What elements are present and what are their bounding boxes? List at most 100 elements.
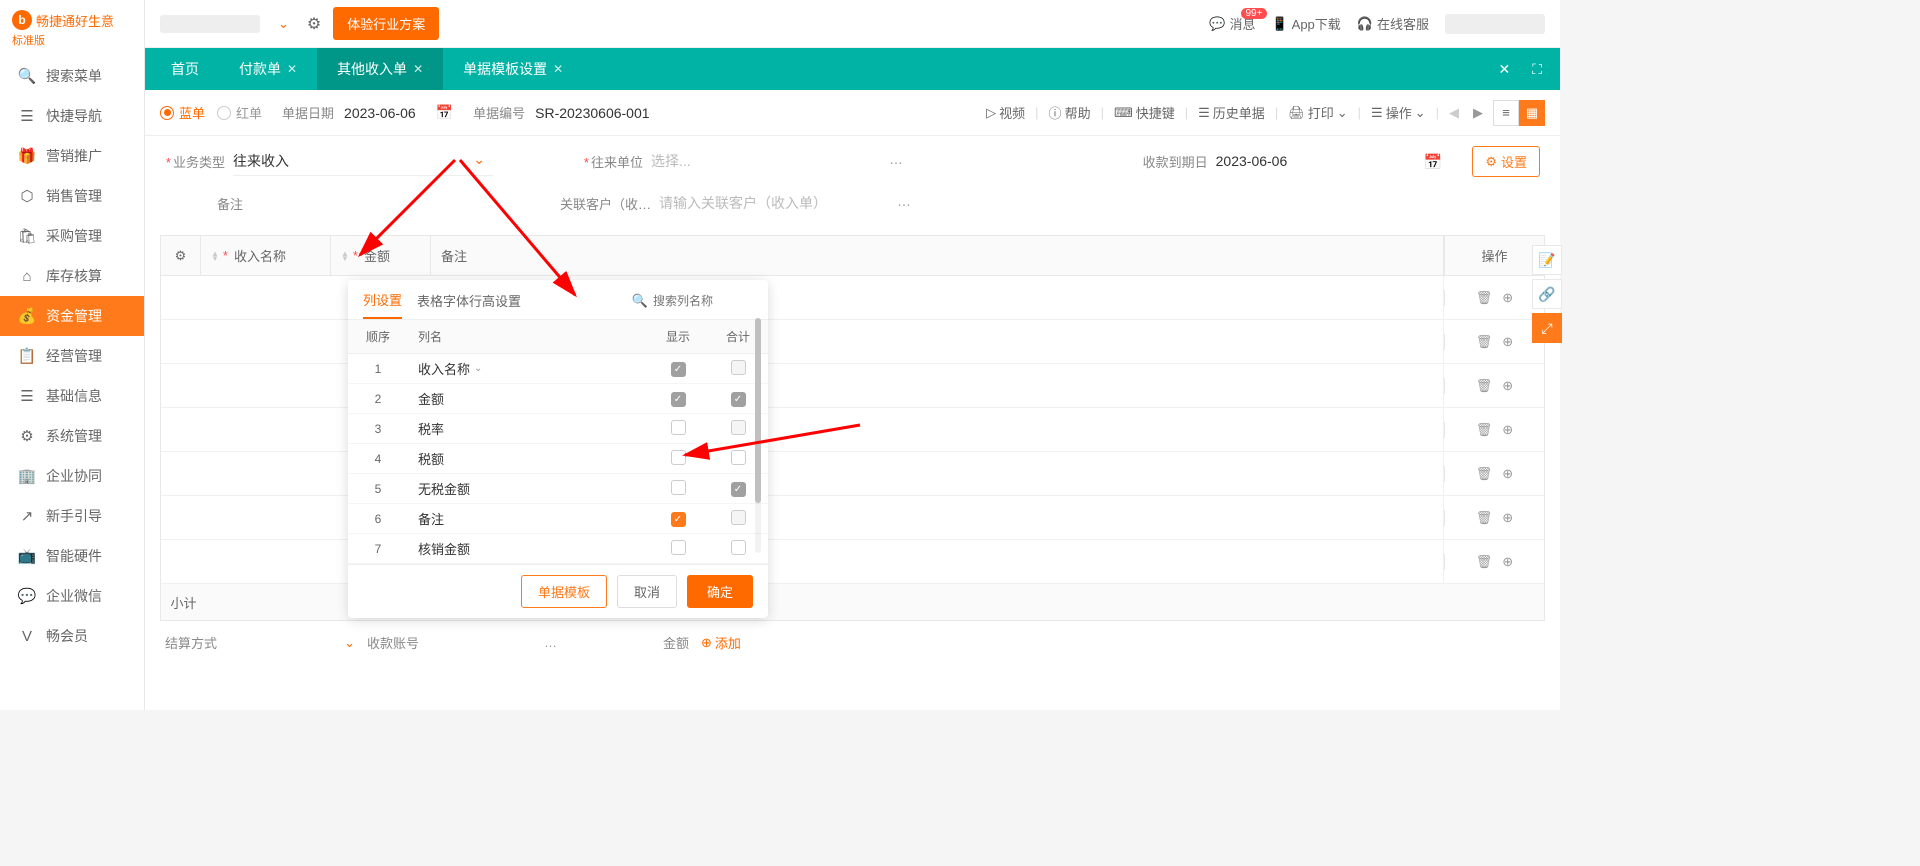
sidebar-item-14[interactable]: V畅会员 [0, 616, 144, 656]
show-checkbox[interactable]: ✓ [671, 362, 686, 377]
popup-search[interactable]: 🔍 [632, 293, 753, 317]
show-checkbox[interactable] [671, 480, 686, 495]
float-expand-icon[interactable]: ⤢ [1532, 313, 1562, 343]
template-button[interactable]: 单据模板 [521, 575, 607, 608]
related-input[interactable]: 请输入关联客户（收入单） [659, 189, 919, 218]
history-link[interactable]: ☰ 历史单据 [1194, 103, 1269, 122]
tab-close-icon[interactable]: ✕ [287, 62, 297, 76]
calendar-icon[interactable]: 📅 [1424, 153, 1443, 171]
popup-search-input[interactable] [653, 294, 753, 308]
add-settle-button[interactable]: ⊕ 添加 [701, 633, 741, 652]
show-checkbox[interactable]: ✓ [671, 512, 686, 527]
view-list-icon[interactable]: ≡ [1493, 100, 1519, 126]
sidebar-item-icon: 🏢 [18, 467, 36, 485]
operate-link[interactable]: ☰ 操作 ⌄ [1367, 103, 1430, 122]
ok-button[interactable]: 确定 [687, 575, 753, 608]
help-link[interactable]: ⓘ 帮助 [1045, 103, 1095, 122]
remark-input[interactable] [251, 199, 511, 208]
sidebar-item-11[interactable]: ↗新手引导 [0, 496, 144, 536]
sidebar-item-2[interactable]: 🎁营销推广 [0, 136, 144, 176]
delete-icon[interactable]: 🗑 [1476, 334, 1493, 350]
tab-close-icon[interactable]: ✕ [553, 62, 563, 76]
sum-checkbox[interactable]: ✓ [731, 482, 746, 497]
popup-tab-font[interactable]: 表格字体行高设置 [417, 291, 521, 318]
delete-icon[interactable]: 🗑 [1476, 466, 1493, 482]
settle-account[interactable]: 收款账号 … [367, 633, 557, 652]
col-amount-header[interactable]: ▲▼*金额 [331, 236, 431, 275]
sidebar-item-icon: ↗ [18, 507, 36, 525]
float-link-icon[interactable]: 🔗 [1532, 279, 1562, 309]
partner-select[interactable]: 选择... [651, 147, 911, 176]
due-date-input[interactable]: 2023-06-06 [1216, 149, 1416, 174]
copy-icon[interactable]: ⊕ [1502, 378, 1513, 394]
app-download-link[interactable]: 📱 App下载 [1271, 14, 1340, 33]
chevron-down-icon[interactable]: ⌄ [474, 363, 482, 374]
settle-amount[interactable]: 金额 [569, 633, 689, 652]
nav-next-icon[interactable]: ▶ [1469, 105, 1487, 121]
video-link[interactable]: ▷ 视频 [982, 103, 1029, 122]
print-link[interactable]: 🖨 打印 ⌄ [1284, 103, 1351, 122]
sum-checkbox[interactable] [731, 450, 746, 465]
calendar-icon[interactable]: 📅 [436, 104, 453, 121]
tab-close-icon[interactable]: ✕ [413, 62, 423, 76]
show-checkbox[interactable] [671, 450, 686, 465]
delete-icon[interactable]: 🗑 [1476, 290, 1493, 306]
show-checkbox[interactable]: ✓ [671, 392, 686, 407]
gear-icon[interactable]: ⚙ [307, 14, 321, 34]
copy-icon[interactable]: ⊕ [1502, 554, 1513, 570]
sidebar-item-1[interactable]: ☰快捷导航 [0, 96, 144, 136]
sidebar-item-8[interactable]: ☰基础信息 [0, 376, 144, 416]
sum-checkbox[interactable]: ✓ [731, 392, 746, 407]
column-settings-icon[interactable]: ⚙ [161, 236, 201, 275]
col-name-header[interactable]: ▲▼*收入名称 [201, 236, 331, 275]
sidebar-item-7[interactable]: 📋经营管理 [0, 336, 144, 376]
settle-method[interactable]: 结算方式 ⌄ [165, 633, 355, 652]
tabs-close-icon[interactable]: ✕ [1490, 57, 1518, 82]
shortcut-link[interactable]: ⌨ 快捷键 [1110, 103, 1179, 122]
copy-icon[interactable]: ⊕ [1502, 466, 1513, 482]
cancel-button[interactable]: 取消 [617, 575, 677, 608]
sidebar-item-0[interactable]: 🔍搜索菜单 [0, 56, 144, 96]
delete-icon[interactable]: 🗑 [1476, 378, 1493, 394]
view-card-icon[interactable]: ▦ [1519, 100, 1545, 126]
copy-icon[interactable]: ⊕ [1502, 290, 1513, 306]
popup-tab-columns[interactable]: 列设置 [363, 290, 402, 319]
nav-prev-icon[interactable]: ◀ [1445, 105, 1463, 121]
chevron-down-icon[interactable]: ⌄ [272, 16, 295, 32]
tab-2[interactable]: 其他收入单✕ [317, 48, 443, 90]
sidebar-item-6[interactable]: 💰资金管理 [0, 296, 144, 336]
trial-button[interactable]: 体验行业方案 [333, 7, 439, 40]
delete-icon[interactable]: 🗑 [1476, 422, 1493, 438]
sidebar-item-13[interactable]: 💬企业微信 [0, 576, 144, 616]
radio-red[interactable]: 红单 [217, 103, 262, 122]
tab-3[interactable]: 单据模板设置✕ [443, 48, 583, 90]
delete-icon[interactable]: 🗑 [1476, 554, 1493, 570]
sum-checkbox[interactable] [731, 540, 746, 555]
float-note-icon[interactable]: 📝 [1532, 245, 1562, 275]
radio-blue[interactable]: 蓝单 [160, 103, 205, 122]
popup-column-row: 5 无税金额 ✓ [348, 474, 768, 504]
tab-1[interactable]: 付款单✕ [219, 48, 317, 90]
user-avatar[interactable] [1445, 14, 1545, 34]
sidebar-item-12[interactable]: 📺智能硬件 [0, 536, 144, 576]
settings-button[interactable]: ⚙设置 [1472, 146, 1540, 177]
popup-scrollbar[interactable] [755, 318, 761, 553]
org-selector[interactable] [160, 15, 260, 33]
sidebar-item-5[interactable]: ⌂库存核算 [0, 256, 144, 296]
online-service-link[interactable]: 🎧 在线客服 [1357, 14, 1429, 33]
delete-icon[interactable]: 🗑 [1476, 510, 1493, 526]
copy-icon[interactable]: ⊕ [1502, 422, 1513, 438]
show-checkbox[interactable] [671, 420, 686, 435]
tabs-expand-icon[interactable]: ⛶ [1524, 57, 1550, 82]
doc-date-value[interactable]: 2023-06-06 [344, 105, 416, 121]
copy-icon[interactable]: ⊕ [1502, 334, 1513, 350]
show-checkbox[interactable] [671, 540, 686, 555]
biz-type-select[interactable]: 往来收入 [233, 147, 493, 176]
sidebar-item-9[interactable]: ⚙系统管理 [0, 416, 144, 456]
tab-0[interactable]: 首页 [151, 48, 219, 90]
sidebar-item-3[interactable]: ⬡销售管理 [0, 176, 144, 216]
sidebar-item-4[interactable]: 🛍采购管理 [0, 216, 144, 256]
messages-link[interactable]: 💬 消息 99+ [1209, 14, 1255, 33]
sidebar-item-10[interactable]: 🏢企业协同 [0, 456, 144, 496]
copy-icon[interactable]: ⊕ [1502, 510, 1513, 526]
